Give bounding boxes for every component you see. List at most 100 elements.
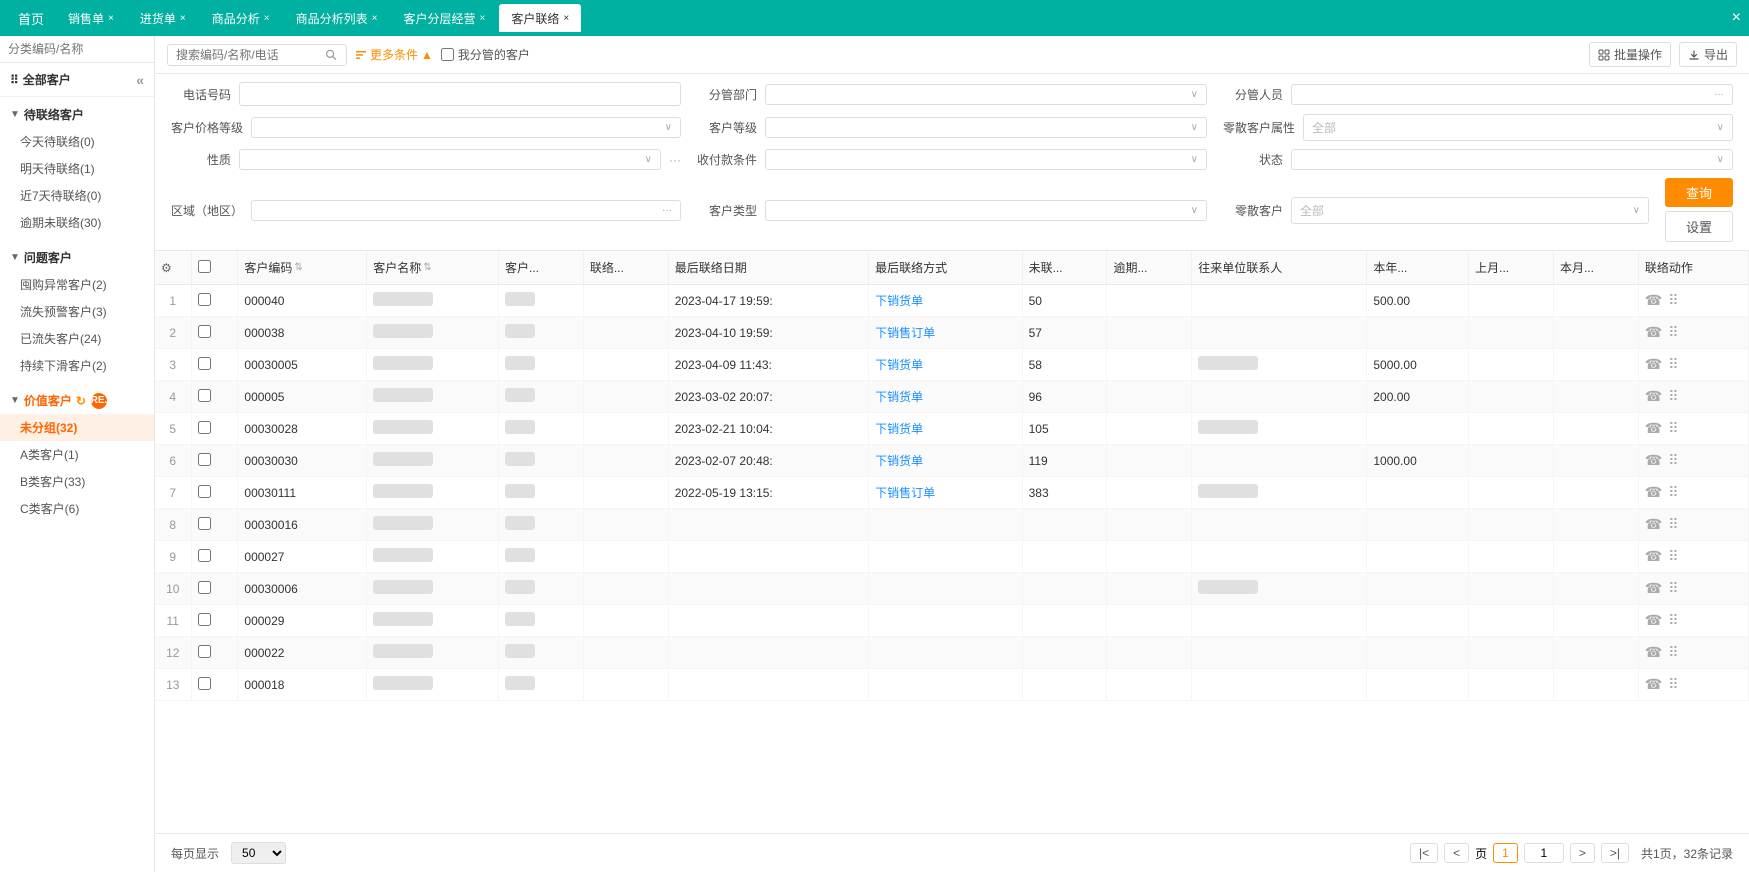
action-more-3[interactable]: ⠿ xyxy=(1668,388,1678,405)
action-phone-7[interactable]: ☎ xyxy=(1645,516,1662,533)
batch-operation-btn[interactable]: 批量操作 xyxy=(1589,42,1671,67)
sidebar-item-class-a[interactable]: A类客户(1) xyxy=(0,441,154,468)
sidebar-item-today[interactable]: 今天待联络(0) xyxy=(0,128,154,155)
action-phone-11[interactable]: ☎ xyxy=(1645,644,1662,661)
filter-phone-input[interactable] xyxy=(239,82,681,106)
export-btn[interactable]: 导出 xyxy=(1679,42,1737,67)
last-way-link-5[interactable]: 下销货单 xyxy=(875,454,923,468)
per-page-select[interactable]: 50 100 200 xyxy=(231,842,286,864)
row-select-7[interactable] xyxy=(198,517,211,530)
sidebar-item-class-b[interactable]: B类客户(33) xyxy=(0,468,154,495)
filter-grade-select[interactable]: ∨ xyxy=(765,117,1207,138)
filter-more-btn[interactable]: 更多条件 ▲ xyxy=(355,46,433,63)
filter-region-select[interactable]: ··· xyxy=(251,200,681,221)
reset-button[interactable]: 设置 xyxy=(1665,211,1733,242)
th-overdue[interactable]: 逾期... xyxy=(1107,251,1192,285)
action-phone-10[interactable]: ☎ xyxy=(1645,612,1662,629)
action-phone-12[interactable]: ☎ xyxy=(1645,676,1662,693)
nav-home[interactable]: 首页 xyxy=(8,9,54,28)
group-value-title[interactable]: ▼ 价值客户 ↻ RE. xyxy=(0,387,154,414)
nav-tab-customer-contact[interactable]: 客户联络 × xyxy=(499,4,581,32)
last-way-link-4[interactable]: 下销货单 xyxy=(875,422,923,436)
th-this-month[interactable]: 本月... xyxy=(1553,251,1638,285)
action-more-1[interactable]: ⠿ xyxy=(1668,324,1678,341)
th-contact[interactable]: 联络... xyxy=(583,251,668,285)
page-prev-btn[interactable]: < xyxy=(1444,843,1469,863)
refresh-icon[interactable]: ↻ xyxy=(76,394,86,408)
filter-dept-select[interactable]: ∨ xyxy=(765,84,1207,105)
sidebar-collapse-btn[interactable]: « xyxy=(136,72,144,88)
filter-search-input[interactable] xyxy=(176,48,321,62)
last-way-link-0[interactable]: 下销货单 xyxy=(875,294,923,308)
filter-payment-select[interactable]: ∨ xyxy=(765,149,1207,170)
th-contact-person[interactable]: 往来单位联系人 xyxy=(1192,251,1367,285)
th-not-contacted[interactable]: 未联... xyxy=(1022,251,1107,285)
action-phone-3[interactable]: ☎ xyxy=(1645,388,1662,405)
th-last-contact-way[interactable]: 最后联络方式 xyxy=(869,251,1022,285)
action-more-7[interactable]: ⠿ xyxy=(1668,516,1678,533)
row-select-8[interactable] xyxy=(198,549,211,562)
sidebar-item-tomorrow[interactable]: 明天待联络(1) xyxy=(0,155,154,182)
page-first-btn[interactable]: |< xyxy=(1410,843,1438,863)
filter-status-select[interactable]: ∨ xyxy=(1291,149,1733,170)
action-more-9[interactable]: ⠿ xyxy=(1668,580,1678,597)
group-waiting-title[interactable]: ▼ 待联络客户 xyxy=(0,101,154,128)
action-phone-6[interactable]: ☎ xyxy=(1645,484,1662,501)
filter-mine-label[interactable]: 我分管的客户 xyxy=(441,46,530,63)
filter-staff-select[interactable]: ··· xyxy=(1291,84,1733,105)
last-way-link-3[interactable]: 下销货单 xyxy=(875,390,923,404)
close-customer-contact-tab[interactable]: × xyxy=(563,13,569,24)
th-type[interactable]: 客户... xyxy=(499,251,584,285)
nav-tab-customer-tier[interactable]: 客户分层经营 × xyxy=(391,4,497,32)
th-last-contact-date[interactable]: 最后联络日期 xyxy=(668,251,868,285)
action-phone-4[interactable]: ☎ xyxy=(1645,420,1662,437)
action-more-8[interactable]: ⠿ xyxy=(1668,548,1678,565)
window-close[interactable]: × xyxy=(1732,9,1741,27)
filter-price-grade-select[interactable]: ∨ xyxy=(251,117,681,138)
action-more-2[interactable]: ⠿ xyxy=(1668,356,1678,373)
sidebar-search-input[interactable] xyxy=(8,42,155,56)
row-select-10[interactable] xyxy=(198,613,211,626)
filter-customer-type-select[interactable]: ∨ xyxy=(765,200,1207,221)
action-more-4[interactable]: ⠿ xyxy=(1668,420,1678,437)
page-next-btn[interactable]: > xyxy=(1570,843,1595,863)
nav-tab-sales[interactable]: 销售单 × xyxy=(56,4,126,32)
sidebar-item-churned[interactable]: 已流失客户(24) xyxy=(0,325,154,352)
close-customer-tier-tab[interactable]: × xyxy=(479,13,485,24)
close-analysis-list-tab[interactable]: × xyxy=(372,13,378,24)
row-select-11[interactable] xyxy=(198,645,211,658)
action-more-10[interactable]: ⠿ xyxy=(1668,612,1678,629)
query-button[interactable]: 查询 xyxy=(1665,178,1733,207)
select-all-checkbox[interactable] xyxy=(198,260,211,273)
row-select-5[interactable] xyxy=(198,453,211,466)
action-more-12[interactable]: ⠿ xyxy=(1668,676,1678,693)
table-settings-icon[interactable]: ⚙ xyxy=(161,261,172,275)
last-way-link-1[interactable]: 下销售订单 xyxy=(875,326,935,340)
th-name[interactable]: 客户名称 ⇅ xyxy=(367,251,499,285)
th-last-month[interactable]: 上月... xyxy=(1469,251,1554,285)
action-phone-1[interactable]: ☎ xyxy=(1645,324,1662,341)
group-problem-title[interactable]: ▼ 问题客户 xyxy=(0,244,154,271)
last-way-link-6[interactable]: 下销售订单 xyxy=(875,486,935,500)
sidebar-item-churn-warning[interactable]: 流失预警客户(3) xyxy=(0,298,154,325)
filter-search-icon[interactable] xyxy=(325,48,338,62)
row-select-4[interactable] xyxy=(198,421,211,434)
action-more-11[interactable]: ⠿ xyxy=(1668,644,1678,661)
action-phone-9[interactable]: ☎ xyxy=(1645,580,1662,597)
close-sales-tab[interactable]: × xyxy=(108,13,114,24)
nav-tab-purchase[interactable]: 进货单 × xyxy=(128,4,198,32)
filter-retail-customer-select[interactable]: 全部 ∨ xyxy=(1291,197,1649,224)
sidebar-item-7days[interactable]: 近7天待联络(0) xyxy=(0,182,154,209)
page-input[interactable] xyxy=(1524,843,1564,863)
th-this-year[interactable]: 本年... xyxy=(1367,251,1469,285)
filter-mine-checkbox[interactable] xyxy=(441,48,454,61)
last-way-link-2[interactable]: 下销货单 xyxy=(875,358,923,372)
close-analysis-tab[interactable]: × xyxy=(264,13,270,24)
row-select-2[interactable] xyxy=(198,357,211,370)
row-select-0[interactable] xyxy=(198,293,211,306)
row-select-9[interactable] xyxy=(198,581,211,594)
row-select-6[interactable] xyxy=(198,485,211,498)
row-select-3[interactable] xyxy=(198,389,211,402)
action-more-5[interactable]: ⠿ xyxy=(1668,452,1678,469)
close-purchase-tab[interactable]: × xyxy=(180,13,186,24)
